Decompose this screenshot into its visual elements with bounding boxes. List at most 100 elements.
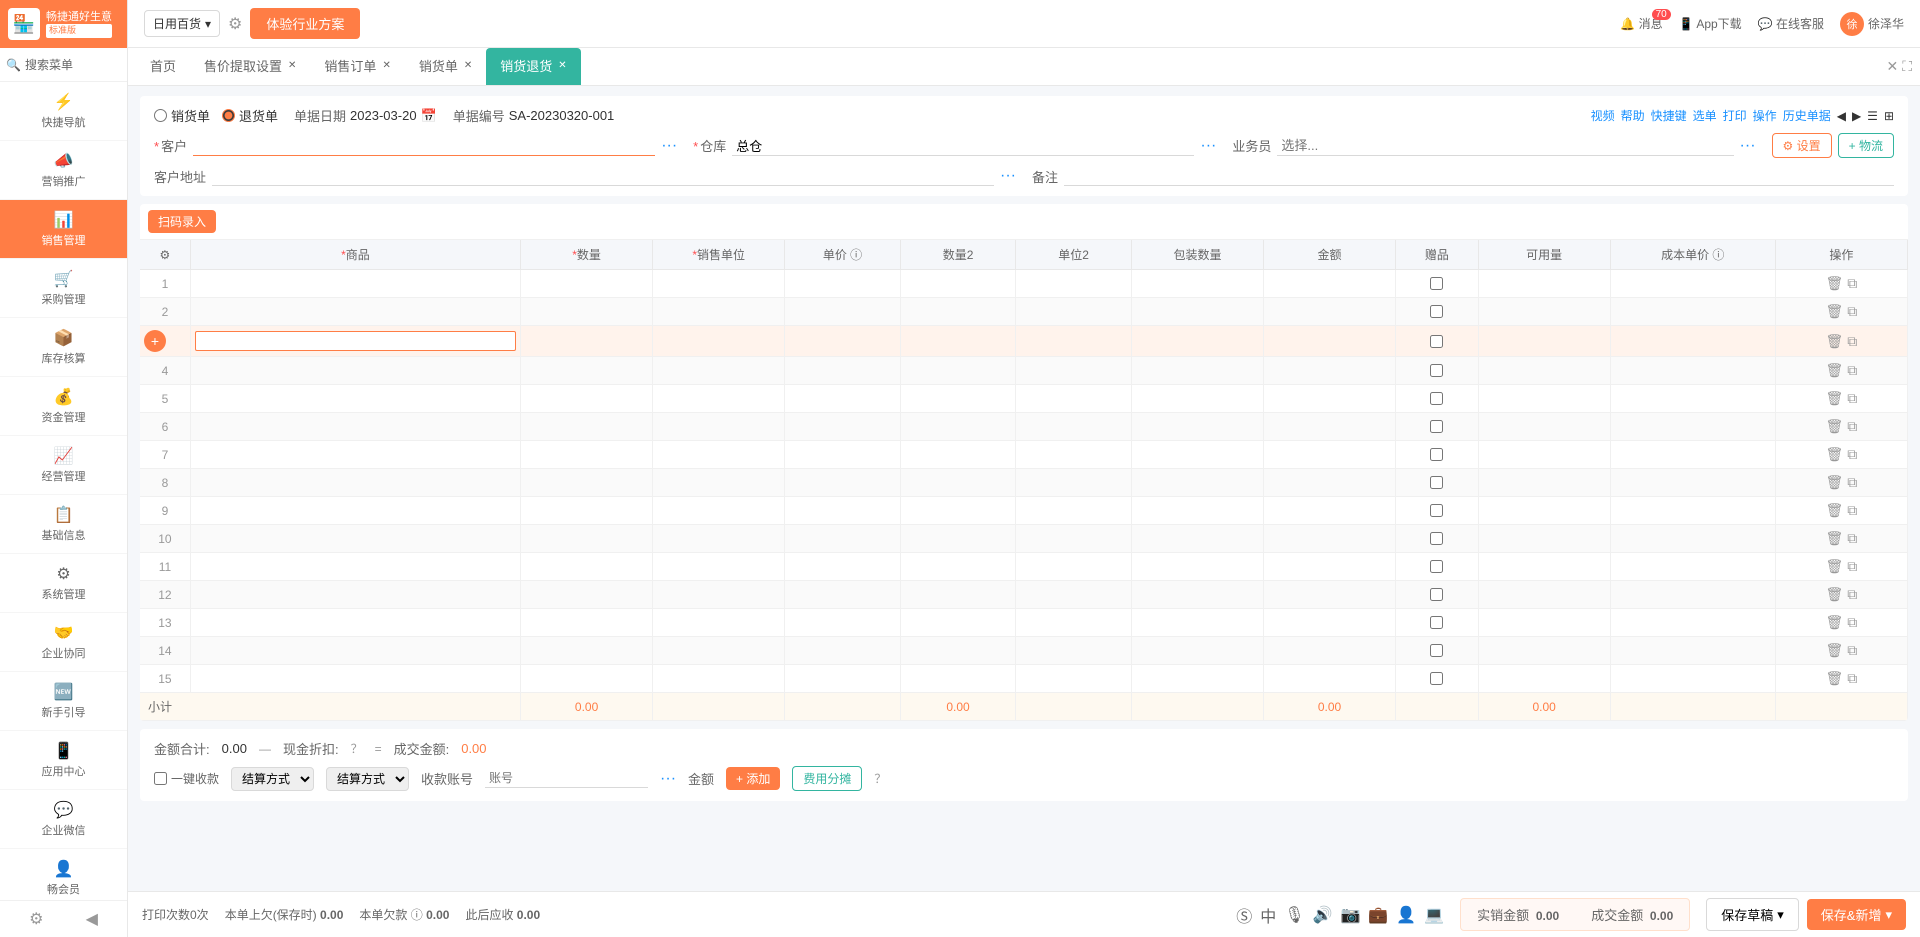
cell-available[interactable] — [1478, 270, 1610, 298]
sidebar-item-sales[interactable]: 📊 销售管理 — [0, 200, 127, 259]
tab-close-icon[interactable]: ✕ — [288, 60, 296, 71]
copy-row-btn[interactable]: ⧉ — [1847, 530, 1857, 547]
nav-next-icon[interactable]: ▶ — [1852, 109, 1861, 123]
cell-pkg[interactable] — [1131, 326, 1263, 357]
gift-checkbox[interactable] — [1430, 532, 1443, 545]
cell-price[interactable] — [785, 270, 901, 298]
cell-pkg[interactable] — [1131, 270, 1263, 298]
message-btn[interactable]: 🔔 70 消息 — [1620, 15, 1662, 32]
account-select-btn[interactable]: ··· — [660, 770, 676, 788]
pay-method-select[interactable]: 结算方式 — [231, 767, 314, 791]
sidebar-item-finance[interactable]: 💰 资金管理 — [0, 377, 127, 436]
cost-input[interactable] — [1615, 275, 1771, 293]
tab-sales-delivery[interactable]: 销货单 ✕ — [405, 48, 486, 85]
print-link[interactable]: 打印 — [1723, 107, 1747, 124]
tool-icon-4[interactable]: 🔊 — [1313, 905, 1333, 925]
industry-selector[interactable]: 日用百货 ▾ — [144, 10, 220, 37]
user-menu[interactable]: 徐 徐泽华 — [1840, 12, 1904, 36]
remark-input[interactable] — [1064, 166, 1894, 186]
sidebar-item-enterprise[interactable]: 🤝 企业协同 — [0, 613, 127, 672]
delete-row-btn[interactable]: 🗑 — [1826, 474, 1844, 491]
delete-row-btn[interactable]: 🗑 — [1826, 446, 1844, 463]
sidebar-item-basic[interactable]: 📋 基础信息 — [0, 495, 127, 554]
cell-unit2[interactable] — [1016, 326, 1132, 357]
maximize-btn[interactable]: ⛶ — [1902, 58, 1912, 75]
sidebar-item-apps[interactable]: 📱 应用中心 — [0, 731, 127, 790]
gift-checkbox[interactable] — [1430, 305, 1443, 318]
cell-amount[interactable] — [1263, 270, 1395, 298]
tool-icon-1[interactable]: Ⓢ — [1236, 903, 1252, 927]
cell-available[interactable] — [1478, 326, 1610, 357]
topbar-gear-icon[interactable]: ⚙ — [228, 14, 242, 34]
save-draft-btn[interactable]: 保存草稿 ▾ — [1706, 898, 1799, 931]
tool-icon-2[interactable]: 中 — [1260, 903, 1276, 927]
cell-cost[interactable] — [1610, 270, 1775, 298]
add-payment-btn[interactable]: + 添加 — [726, 767, 780, 790]
experience-btn[interactable]: 体验行业方案 — [250, 8, 360, 39]
address-input[interactable] — [212, 166, 994, 186]
delete-row-btn[interactable]: 🗑 — [1826, 614, 1844, 631]
delete-row-btn[interactable]: 🗑 — [1826, 418, 1844, 435]
gift-checkbox[interactable] — [1430, 616, 1443, 629]
discount-help-icon[interactable]: ？ — [351, 740, 363, 757]
gift-checkbox[interactable] — [1430, 476, 1443, 489]
tab-close-icon[interactable]: ✕ — [464, 60, 472, 71]
delete-row-btn[interactable]: 🗑 — [1826, 586, 1844, 603]
sidebar-item-member[interactable]: 👤 畅会员 — [0, 849, 127, 900]
cell-qty2[interactable] — [900, 298, 1016, 326]
copy-row-btn[interactable]: ⧉ — [1847, 390, 1857, 407]
delete-row-btn[interactable]: 🗑 — [1826, 558, 1844, 575]
tool-icon-5[interactable]: 📷 — [1340, 905, 1360, 925]
tool-icon-7[interactable]: 👤 — [1396, 905, 1416, 925]
delete-row-btn[interactable]: 🗑 — [1826, 362, 1844, 379]
gift-checkbox[interactable] — [1430, 588, 1443, 601]
tab-home[interactable]: 首页 — [136, 48, 190, 85]
history-link[interactable]: 历史单据 — [1783, 107, 1831, 124]
customer-input[interactable] — [193, 136, 655, 156]
add-row-btn[interactable]: + — [144, 330, 166, 352]
amount-input[interactable] — [1268, 275, 1391, 293]
scan-input-btn[interactable]: 扫码录入 — [148, 210, 216, 233]
delete-row-btn[interactable]: 🗑 — [1826, 303, 1844, 320]
one-click-pay-checkbox[interactable] — [154, 772, 167, 785]
cell-qty2[interactable] — [900, 326, 1016, 357]
video-link[interactable]: 视频 — [1591, 107, 1615, 124]
gift-checkbox[interactable] — [1430, 364, 1443, 377]
product-input[interactable] — [195, 275, 516, 293]
cell-pkg[interactable] — [1131, 298, 1263, 326]
feiyong-help-icon[interactable]: ？ — [874, 770, 886, 787]
copy-row-btn[interactable]: ⧉ — [1847, 275, 1857, 292]
customer-select-btn[interactable]: ··· — [661, 137, 677, 155]
copy-row-btn[interactable]: ⧉ — [1847, 642, 1857, 659]
copy-row-btn[interactable]: ⧉ — [1847, 614, 1857, 631]
cell-price[interactable] — [785, 326, 901, 357]
cell-cost[interactable] — [1610, 326, 1775, 357]
cell-product[interactable] — [190, 298, 520, 326]
staff-input[interactable] — [1277, 136, 1733, 156]
one-click-pay-check[interactable]: 一键收款 — [154, 770, 219, 787]
gift-checkbox[interactable] — [1430, 448, 1443, 461]
sidebar-search[interactable]: 🔍 搜索菜单 — [0, 48, 127, 82]
sidebar-item-operation[interactable]: 📈 经营管理 — [0, 436, 127, 495]
cell-unit[interactable] — [653, 326, 785, 357]
radio-sales-return[interactable]: 退货单 — [222, 106, 278, 125]
sidebar-collapse-btn[interactable]: ◀ — [86, 909, 98, 929]
delete-row-btn[interactable]: 🗑 — [1826, 390, 1844, 407]
save-new-btn[interactable]: 保存&新增 ▾ — [1807, 899, 1906, 930]
cell-qty2[interactable] — [900, 270, 1016, 298]
product-input[interactable] — [195, 331, 516, 351]
sidebar-item-system[interactable]: ⚙ 系统管理 — [0, 554, 127, 613]
qty2-input[interactable] — [905, 275, 1012, 293]
cell-gift[interactable] — [1396, 270, 1479, 298]
delete-row-btn[interactable]: 🗑 — [1826, 333, 1844, 350]
delete-row-btn[interactable]: 🗑 — [1826, 502, 1844, 519]
available-input[interactable] — [1483, 275, 1606, 293]
copy-row-btn[interactable]: ⧉ — [1847, 362, 1857, 379]
copy-row-btn[interactable]: ⧉ — [1847, 333, 1857, 350]
qty-input[interactable] — [525, 275, 648, 293]
nav-prev-icon[interactable]: ◀ — [1837, 109, 1846, 123]
gift-checkbox[interactable] — [1430, 644, 1443, 657]
select-link[interactable]: 选单 — [1693, 107, 1717, 124]
sidebar-item-wechat[interactable]: 💬 企业微信 — [0, 790, 127, 849]
cell-qty[interactable] — [521, 298, 653, 326]
